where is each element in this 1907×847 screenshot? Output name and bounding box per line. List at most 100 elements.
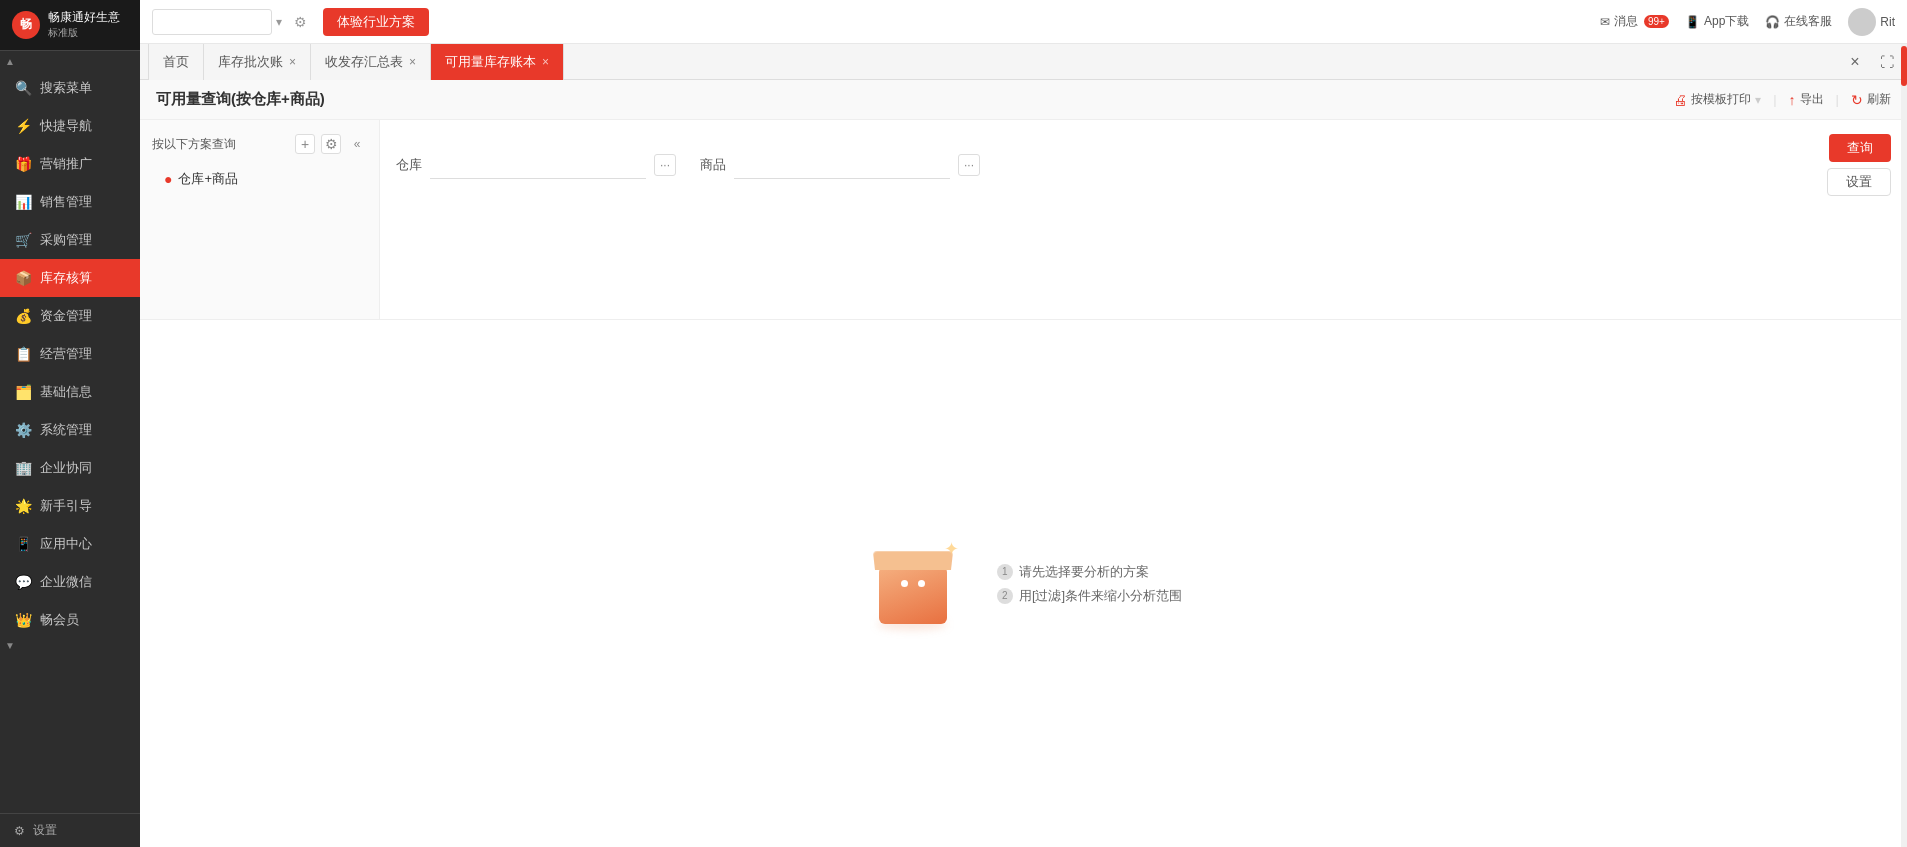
tab-batch-ledger-close[interactable]: × — [289, 55, 296, 69]
print-button[interactable]: 🖨 按模板打印 ▾ — [1673, 91, 1761, 108]
sidebar-item-search[interactable]: 🔍 搜索菜单 — [0, 69, 140, 107]
hint-num-1: 1 — [997, 564, 1013, 580]
product-more-button[interactable]: ··· — [958, 154, 980, 176]
sidebar-footer-label: 设置 — [33, 822, 57, 839]
hint-text-1: 请先选择要分析的方案 — [1019, 563, 1149, 581]
empty-hint-1: 1 请先选择要分析的方案 — [997, 563, 1182, 581]
sidebar-item-newbie[interactable]: 🌟 新手引导 — [0, 487, 140, 525]
message-button[interactable]: ✉ 消息 99+ — [1600, 13, 1669, 30]
topbar-gear-icon[interactable]: ⚙ — [294, 14, 307, 30]
sidebar-item-label: 快捷导航 — [40, 117, 92, 135]
sidebar-item-marketing[interactable]: 🎁 营销推广 — [0, 145, 140, 183]
marketing-icon: 🎁 — [14, 156, 32, 172]
username-label: Rit — [1880, 15, 1895, 29]
page-title: 可用量查询(按仓库+商品) — [156, 90, 325, 109]
sidebar-company-name: 畅康通好生意 — [48, 10, 120, 26]
query-sidebar-label: 按以下方案查询 — [152, 136, 236, 153]
tab-receipt-summary[interactable]: 收发存汇总表 × — [311, 44, 431, 80]
sidebar-item-finance[interactable]: 💰 资金管理 — [0, 297, 140, 335]
empty-state: ✦ 1 请先选择要分析的方案 2 用[过滤]条件来缩小分析范围 — [140, 320, 1907, 847]
sidebar-item-purchase[interactable]: 🛒 采购管理 — [0, 221, 140, 259]
tab-available-ledger-label: 可用量库存账本 — [445, 53, 536, 71]
sidebar-item-system[interactable]: ⚙️ 系统管理 — [0, 411, 140, 449]
tab-available-ledger-close[interactable]: × — [542, 55, 549, 69]
basic-icon: 🗂️ — [14, 384, 32, 400]
headset-icon: 🎧 — [1765, 15, 1780, 29]
tab-home[interactable]: 首页 — [148, 44, 204, 80]
scroll-down-arrow[interactable]: ▼ — [0, 639, 20, 653]
scheme-item-warehouse-product[interactable]: ● 仓库+商品 — [140, 162, 379, 196]
page-actions: 🖨 按模板打印 ▾ | ↑ 导出 | ↻ 刷新 — [1673, 91, 1891, 108]
product-input[interactable] — [734, 151, 950, 179]
collapse-button[interactable]: « — [347, 134, 367, 154]
sidebar-item-quicknav[interactable]: ⚡ 快捷导航 — [0, 107, 140, 145]
online-service-button[interactable]: 🎧 在线客服 — [1765, 13, 1832, 30]
user-avatar[interactable]: Rit — [1848, 8, 1895, 36]
sidebar-item-basic[interactable]: 🗂️ 基础信息 — [0, 373, 140, 411]
scheme-icon: ● — [164, 171, 172, 187]
sidebar-item-label: 企业协同 — [40, 459, 92, 477]
print-label: 按模板打印 — [1691, 91, 1751, 108]
tabbar-close-all-button[interactable]: × — [1843, 50, 1867, 74]
topbar-right: ✉ 消息 99+ 📱 App下载 🎧 在线客服 Rit — [1600, 8, 1895, 36]
scrollbar-thumb[interactable] — [1901, 46, 1907, 86]
export-button[interactable]: ↑ 导出 — [1789, 91, 1824, 108]
sidebar-item-label: 畅会员 — [40, 611, 79, 629]
sidebar-item-sales[interactable]: 📊 销售管理 — [0, 183, 140, 221]
refresh-button[interactable]: ↻ 刷新 — [1851, 91, 1891, 108]
warehouse-input[interactable] — [430, 151, 646, 179]
sidebar-item-operation[interactable]: 📋 经营管理 — [0, 335, 140, 373]
hint-num-2: 2 — [997, 588, 1013, 604]
system-icon: ⚙️ — [14, 422, 32, 438]
industry-solution-button[interactable]: 体验行业方案 — [323, 8, 429, 36]
tab-receipt-summary-label: 收发存汇总表 — [325, 53, 403, 71]
tab-receipt-summary-close[interactable]: × — [409, 55, 416, 69]
sidebar-item-inventory[interactable]: 📦 库存核算 — [0, 259, 140, 297]
action-separator: | — [1773, 92, 1776, 107]
sidebar-item-label: 新手引导 — [40, 497, 92, 515]
refresh-label: 刷新 — [1867, 91, 1891, 108]
app-download-button[interactable]: 📱 App下载 — [1685, 13, 1749, 30]
hint-text-2: 用[过滤]条件来缩小分析范围 — [1019, 587, 1182, 605]
warehouse-more-button[interactable]: ··· — [654, 154, 676, 176]
sidebar-item-label: 资金管理 — [40, 307, 92, 325]
sidebar-item-label: 库存核算 — [40, 269, 92, 287]
sidebar-item-member[interactable]: 👑 畅会员 — [0, 601, 140, 639]
settings-scheme-button[interactable]: ⚙ — [321, 134, 341, 154]
filter-actions: 查询 设置 — [1827, 134, 1891, 196]
right-scrollbar[interactable] — [1901, 44, 1907, 847]
add-scheme-button[interactable]: + — [295, 134, 315, 154]
tab-batch-ledger-label: 库存批次账 — [218, 53, 283, 71]
sidebar-item-wechat[interactable]: 💬 企业微信 — [0, 563, 140, 601]
query-button[interactable]: 查询 — [1829, 134, 1891, 162]
empty-hints: 1 请先选择要分析的方案 2 用[过滤]条件来缩小分析范围 — [997, 563, 1182, 605]
tabbar-expand-button[interactable]: ⛶ — [1875, 50, 1899, 74]
query-area: 按以下方案查询 + ⚙ « ● 仓库+商品 仓库 — [140, 120, 1907, 320]
sidebar-item-appcenter[interactable]: 📱 应用中心 — [0, 525, 140, 563]
sidebar-item-label: 企业微信 — [40, 573, 92, 591]
appcenter-icon: 📱 — [14, 536, 32, 552]
sidebar-edition: 标准版 — [48, 26, 120, 40]
topbar-search-input[interactable] — [152, 9, 272, 35]
product-label: 商品 — [700, 156, 726, 174]
tab-home-label: 首页 — [163, 53, 189, 71]
purchase-icon: 🛒 — [14, 232, 32, 248]
search-icon: 🔍 — [14, 80, 32, 96]
tab-available-ledger[interactable]: 可用量库存账本 × — [431, 44, 564, 80]
empty-illustration: ✦ — [865, 534, 965, 634]
topbar-dropdown-icon[interactable]: ▾ — [276, 15, 282, 29]
sidebar-item-label: 销售管理 — [40, 193, 92, 211]
topbar: ▾ ⚙ 体验行业方案 ✉ 消息 99+ 📱 App下载 🎧 在线客服 Rit — [140, 0, 1907, 44]
export-icon: ↑ — [1789, 92, 1796, 108]
settings-icon: ⚙ — [14, 824, 25, 838]
action-separator2: | — [1836, 92, 1839, 107]
tab-batch-ledger[interactable]: 库存批次账 × — [204, 44, 311, 80]
sidebar-item-label: 应用中心 — [40, 535, 92, 553]
scheme-item-label: 仓库+商品 — [178, 170, 238, 188]
sidebar-item-corp[interactable]: 🏢 企业协同 — [0, 449, 140, 487]
message-label: 消息 — [1614, 13, 1638, 30]
scroll-up-arrow[interactable]: ▲ — [0, 55, 20, 69]
corp-icon: 🏢 — [14, 460, 32, 476]
settings-button[interactable]: 设置 — [1827, 168, 1891, 196]
empty-hint-2: 2 用[过滤]条件来缩小分析范围 — [997, 587, 1182, 605]
